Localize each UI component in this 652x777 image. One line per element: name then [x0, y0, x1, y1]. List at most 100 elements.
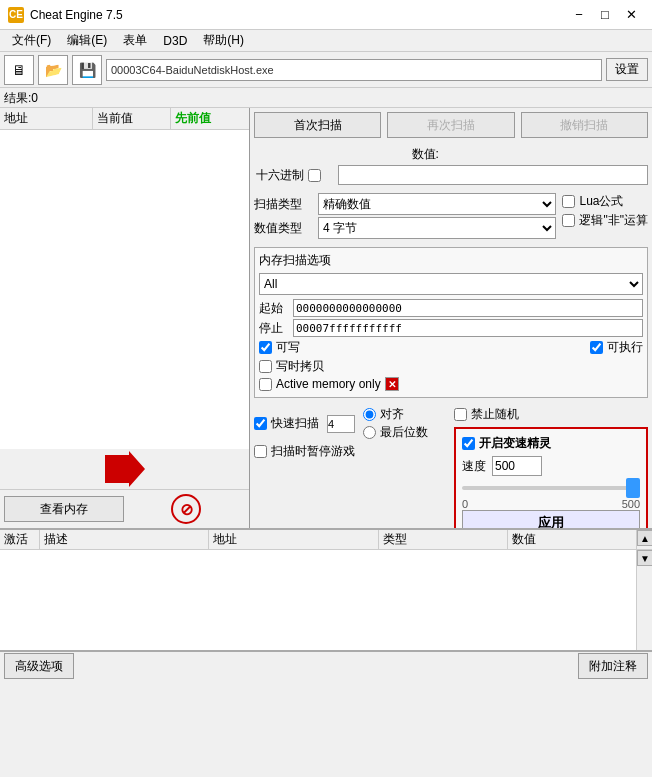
toolbar-open-btn[interactable]: 🖥 — [4, 55, 34, 85]
active-memory-row: Active memory only ✕ — [259, 377, 643, 391]
toolbar-save-btn[interactable]: 💾 — [72, 55, 102, 85]
advanced-options-button[interactable]: 高级选项 — [4, 653, 74, 679]
hex-label: 十六进制 — [256, 167, 304, 184]
value-input[interactable] — [338, 165, 648, 185]
svg-marker-0 — [105, 451, 145, 487]
footer-bar: 高级选项 附加注释 — [0, 650, 652, 680]
hex-checkbox[interactable] — [308, 169, 321, 182]
next-scan-button[interactable]: 再次扫描 — [387, 112, 514, 138]
toolbar-folder-btn[interactable]: 📂 — [38, 55, 68, 85]
lua-formula-checkbox[interactable] — [562, 195, 575, 208]
scrollbar-up[interactable]: ▲ — [637, 530, 652, 546]
first-scan-button[interactable]: 首次扫描 — [254, 112, 381, 138]
col-address-header: 地址 — [0, 108, 93, 129]
start-label: 起始 — [259, 300, 289, 317]
active-memory-checkbox[interactable] — [259, 378, 272, 391]
hex-row: 十六进制 — [254, 167, 334, 184]
copy-on-write-checkbox[interactable] — [259, 360, 272, 373]
col-type-header: 类型 — [379, 530, 508, 549]
cancel-scan-button[interactable]: ⊘ — [171, 494, 201, 524]
settings-button[interactable]: 设置 — [606, 58, 648, 81]
value-label-text: 数值: — [412, 147, 439, 161]
stop-addr-input[interactable] — [293, 319, 643, 337]
process-name: 00003C64-BaiduNetdiskHost.exe — [111, 64, 274, 76]
scan-buttons-row: 首次扫描 再次扫描 撤销扫描 — [254, 112, 648, 138]
writable-row: 可写 — [259, 339, 300, 356]
add-comment-button[interactable]: 附加注释 — [578, 653, 648, 679]
pause-game-label: 扫描时暂停游戏 — [271, 443, 355, 460]
undo-scan-button[interactable]: 撤销扫描 — [521, 112, 648, 138]
window-title: Cheat Engine 7.5 — [30, 8, 123, 22]
bottom-section: 激活 描述 地址 类型 数值 ▲ ▼ 高级选项 附加注释 — [0, 528, 652, 680]
right-panel: 首次扫描 再次扫描 撤销扫描 数值: 十六进制 扫描类型 — [250, 108, 652, 528]
align-options: 对齐 最后位数 — [363, 406, 428, 441]
disable-random-label: 禁止随机 — [471, 406, 519, 423]
results-count: 0 — [31, 91, 38, 105]
bottom-options-area: 快速扫描 对齐 最后位数 — [254, 406, 648, 528]
toolbar: 🖥 📂 💾 00003C64-BaiduNetdiskHost.exe 设置 — [0, 52, 652, 88]
lua-formula-label: Lua公式 — [579, 193, 623, 210]
col-active-label: 激活 — [4, 531, 28, 548]
last-digit-radio[interactable] — [363, 426, 376, 439]
col-current-label: 当前值 — [97, 110, 133, 127]
process-bar[interactable]: 00003C64-BaiduNetdiskHost.exe — [106, 59, 602, 81]
speed-row: 速度 — [462, 456, 640, 476]
addr-table-body-container: ▼ — [0, 550, 652, 650]
active-memory-clear-btn[interactable]: ✕ — [385, 377, 399, 391]
scan-type-area: 扫描类型 精确数值 数值类型 4 字节 Lua公式 — [254, 193, 648, 241]
value-type-label: 数值类型 — [254, 220, 314, 237]
value-type-select[interactable]: 4 字节 — [318, 217, 556, 239]
col-desc-label: 描述 — [44, 531, 68, 548]
logical-not-checkbox[interactable] — [562, 214, 575, 227]
results-header: 结果:0 — [0, 88, 652, 108]
quick-scan-value[interactable] — [327, 415, 355, 433]
view-memory-button[interactable]: 查看内存 — [4, 496, 124, 522]
copy-on-write-label: 写时拷贝 — [276, 358, 324, 375]
mem-checkboxes: 可写 可执行 — [259, 339, 643, 356]
turbo-checkbox[interactable] — [462, 437, 475, 450]
speed-label: 速度 — [462, 458, 486, 475]
speed-input[interactable] — [492, 456, 542, 476]
menu-edit[interactable]: 编辑(E) — [59, 30, 115, 51]
menu-file[interactable]: 文件(F) — [4, 30, 59, 51]
addr-table-header: 激活 描述 地址 类型 数值 ▲ — [0, 528, 652, 550]
col-prev-label: 先前值 — [175, 110, 211, 127]
close-button[interactable]: ✕ — [618, 2, 644, 28]
scrollbar-down[interactable]: ▼ — [637, 550, 652, 566]
logical-not-row: 逻辑"非"运算 — [562, 212, 648, 229]
scan-type-select[interactable]: 精确数值 — [318, 193, 556, 215]
apply-button[interactable]: 应用 — [462, 510, 640, 528]
pause-game-checkbox[interactable] — [254, 445, 267, 458]
start-addr-row: 起始 — [259, 299, 643, 317]
left-panel-body — [0, 130, 249, 449]
left-panel-header: 地址 当前值 先前值 — [0, 108, 249, 130]
lua-options-col: Lua公式 逻辑"非"运算 — [562, 193, 648, 241]
lua-formula-row: Lua公式 — [562, 193, 648, 210]
quick-scan-label: 快速扫描 — [271, 415, 319, 432]
menu-table[interactable]: 表单 — [115, 30, 155, 51]
align-radio[interactable] — [363, 408, 376, 421]
writable-checkbox[interactable] — [259, 341, 272, 354]
disable-random-checkbox[interactable] — [454, 408, 467, 421]
quick-scan-checkbox[interactable] — [254, 417, 267, 430]
left-panel: 地址 当前值 先前值 查看内存 ⊘ — [0, 108, 250, 528]
left-panel-bottom: 查看内存 ⊘ — [0, 489, 249, 528]
menu-help[interactable]: 帮助(H) — [195, 30, 252, 51]
stop-label: 停止 — [259, 320, 289, 337]
start-addr-input[interactable] — [293, 299, 643, 317]
scan-type-col: 扫描类型 精确数值 数值类型 4 字节 — [254, 193, 556, 241]
col-desc-header: 描述 — [40, 530, 209, 549]
maximize-button[interactable]: □ — [592, 2, 618, 28]
executable-checkbox[interactable] — [590, 341, 603, 354]
app-icon-text: CE — [9, 9, 23, 20]
table-scrollbar: ▲ — [636, 530, 652, 549]
table-scrollbar-track: ▼ — [636, 550, 652, 650]
mem-range-select[interactable]: All — [259, 273, 643, 295]
speed-slider[interactable] — [462, 485, 640, 491]
col-value-header: 数值 — [508, 530, 636, 549]
addr-table-body — [0, 550, 636, 650]
minimize-button[interactable]: − — [566, 2, 592, 28]
menu-d3d[interactable]: D3D — [155, 32, 195, 50]
scan-type-row: 扫描类型 精确数值 — [254, 193, 556, 215]
executable-row: 可执行 — [590, 339, 643, 356]
